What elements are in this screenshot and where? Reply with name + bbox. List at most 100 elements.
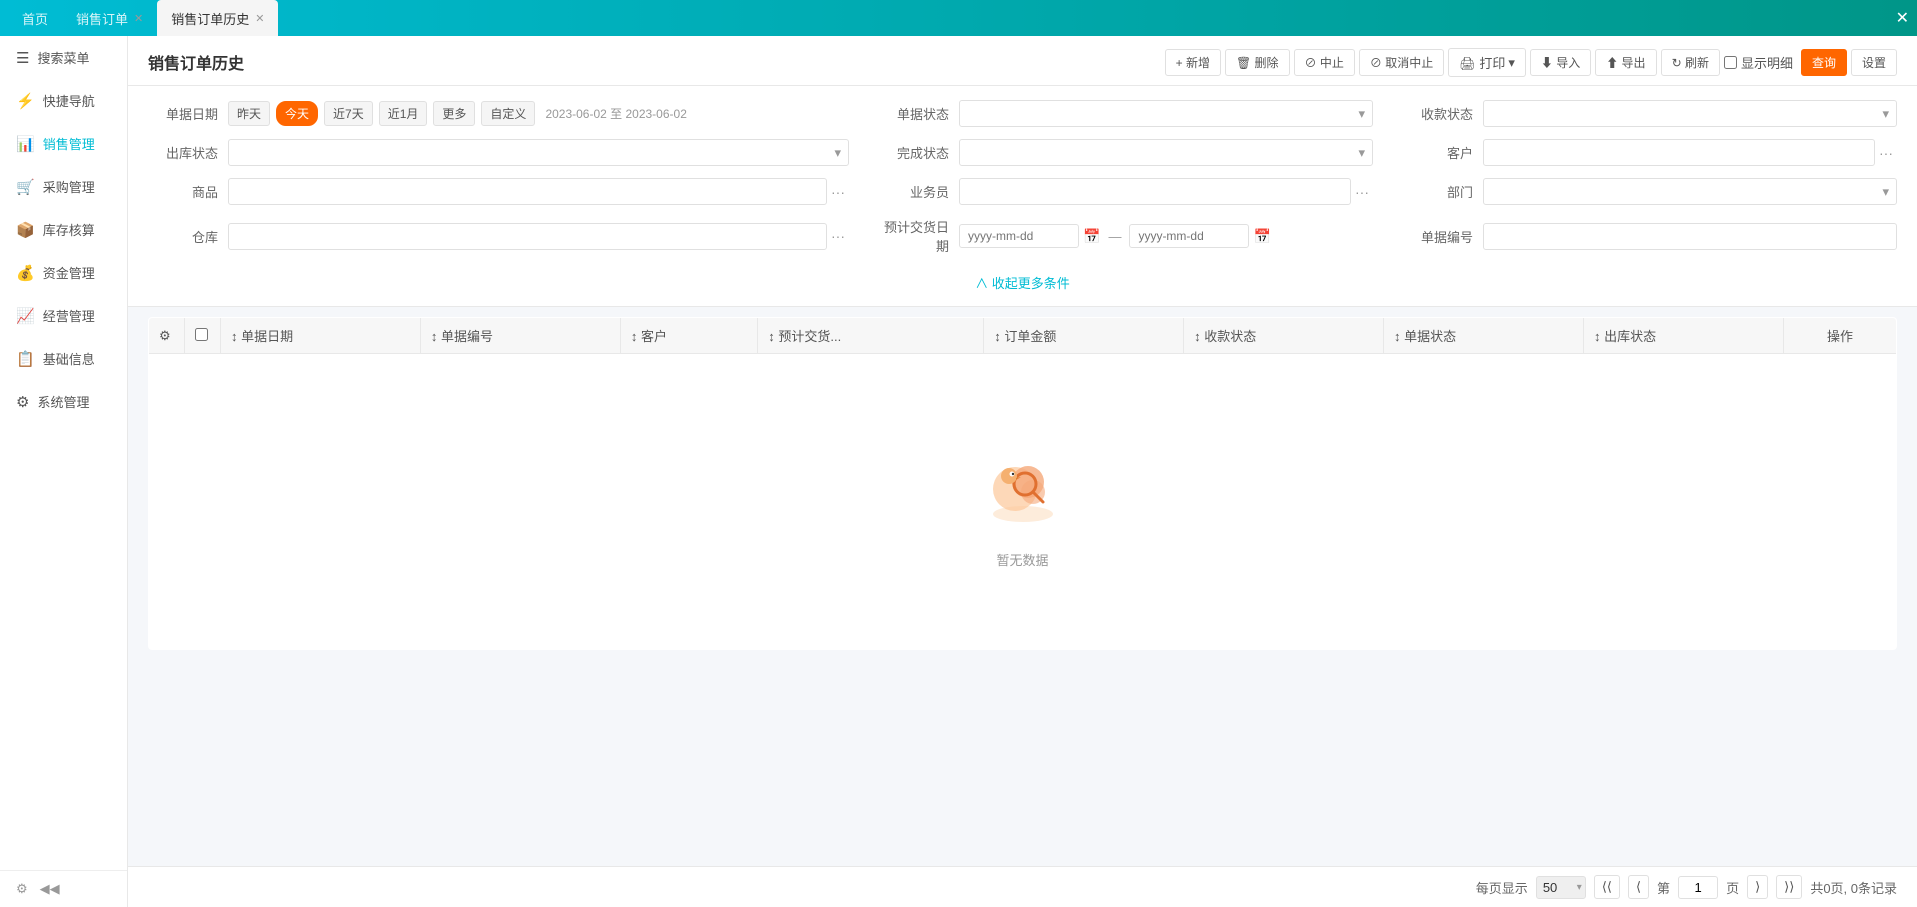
- col-expected-delivery[interactable]: ↕ 预计交货...: [758, 318, 984, 354]
- date-sep: —: [1108, 229, 1121, 244]
- warehouse-control: ···: [228, 223, 849, 250]
- sidebar-item-basic-info[interactable]: 📋 基础信息: [0, 337, 127, 380]
- sidebar-item-sales-mgmt-label: 销售管理: [43, 134, 95, 153]
- sidebar-item-inventory-check[interactable]: 📦 库存核算: [0, 208, 127, 251]
- warehouse-input[interactable]: [228, 223, 827, 250]
- new-button[interactable]: + 新增: [1165, 49, 1221, 76]
- delivery-date-start[interactable]: [959, 224, 1079, 248]
- outbound-status-select[interactable]: [228, 139, 849, 166]
- sidebar-item-quick-nav[interactable]: ⚡ 快捷导航: [0, 79, 127, 122]
- complete-status-select[interactable]: [959, 139, 1373, 166]
- tab-home[interactable]: 首页: [8, 0, 62, 36]
- sidebar-item-purchase-mgmt[interactable]: 🛒 采购管理: [0, 165, 127, 208]
- expected-delivery-label: 预计交货日期: [879, 217, 959, 255]
- empty-state: 暂无数据: [149, 354, 1896, 649]
- stop-button[interactable]: ⊘ 中止: [1294, 49, 1355, 76]
- print-button[interactable]: 🖨 打印 ▾: [1448, 48, 1526, 77]
- goods-ellipsis[interactable]: ···: [827, 184, 849, 200]
- customer-ellipsis[interactable]: ···: [1875, 145, 1897, 161]
- col-pay-status[interactable]: ↕ 收款状态: [1184, 318, 1384, 354]
- page-last-button[interactable]: ⟩⟩: [1776, 875, 1802, 899]
- select-all-checkbox[interactable]: [195, 328, 208, 341]
- tab-sales-order-history[interactable]: 销售订单历史 ✕: [157, 0, 278, 36]
- page-size-select[interactable]: 10 20 50 100: [1536, 876, 1586, 899]
- date-chip-yesterday[interactable]: 昨天: [228, 101, 270, 126]
- warehouse-ellipsis[interactable]: ···: [827, 228, 849, 244]
- dept-control: ▾: [1483, 178, 1897, 205]
- salesman-ellipsis[interactable]: ···: [1351, 184, 1373, 200]
- date-chip-more[interactable]: 更多: [433, 101, 475, 126]
- col-order-no[interactable]: ↕ 单据编号: [420, 318, 620, 354]
- salesman-input[interactable]: [959, 178, 1351, 205]
- refresh-button[interactable]: ↻ 刷新: [1661, 49, 1720, 76]
- col-date[interactable]: ↕ 单据日期: [221, 318, 421, 354]
- col-order-status[interactable]: ↕ 单据状态: [1384, 318, 1584, 354]
- filter-row-4: 仓库 ··· 预计交货日期 📅 — 📅 单据编: [148, 217, 1897, 255]
- date-chip-custom[interactable]: 自定义: [481, 101, 535, 126]
- tab-sales-order-history-close[interactable]: ✕: [255, 12, 264, 25]
- delete-button[interactable]: 🗑 删除: [1225, 49, 1290, 76]
- export-button[interactable]: ⬆ 导出: [1595, 49, 1656, 76]
- page-prev-button[interactable]: ⟨: [1628, 875, 1649, 899]
- page-first-button[interactable]: ⟨⟨: [1594, 875, 1620, 899]
- search-menu-icon: ☰: [16, 49, 29, 67]
- sidebar-item-system-mgmt[interactable]: ⚙ 系统管理: [0, 380, 127, 423]
- purchase-mgmt-icon: 🛒: [16, 178, 35, 196]
- sidebar-collapse-icon[interactable]: ◀◀: [40, 881, 60, 897]
- window-close-button[interactable]: ✕: [1896, 8, 1909, 28]
- goods-control: ···: [228, 178, 849, 205]
- top-bar: 首页 销售订单 ✕ 销售订单历史 ✕ ✕: [0, 0, 1917, 36]
- pay-status-label: 收款状态: [1403, 104, 1483, 123]
- dept-select[interactable]: [1483, 178, 1897, 205]
- page-next-button[interactable]: ⟩: [1747, 875, 1768, 899]
- tab-sales-order-label: 销售订单: [76, 9, 128, 28]
- table-header-row: ⚙ ↕ 单据日期 ↕ 单据编号 ↕ 客户: [149, 318, 1897, 354]
- col-customer[interactable]: ↕ 客户: [620, 318, 757, 354]
- date-chips: 昨天 今天 近7天 近1月 更多 自定义 2023-06-02 至 2023-0…: [228, 101, 687, 126]
- display-cols-text: 显示明细: [1741, 53, 1793, 72]
- goods-input[interactable]: [228, 178, 827, 205]
- tab-sales-order[interactable]: 销售订单 ✕: [62, 0, 157, 36]
- toolbar: + 新增 🗑 删除 ⊘ 中止 ⊘ 取消中止 🖨 打印 ▾ ⬇ 导入 ⬆ 导出 ↻…: [1165, 48, 1897, 85]
- query-button[interactable]: 查询: [1801, 49, 1847, 76]
- collapse-conditions[interactable]: ∧ 收起更多条件: [148, 267, 1897, 292]
- sidebar: ☰ 搜索菜单 ⚡ 快捷导航 📊 销售管理 🛒 采购管理 📦 库存核算 💰 资金管…: [0, 36, 128, 907]
- pay-status-select[interactable]: [1483, 100, 1897, 127]
- sidebar-item-search-menu[interactable]: ☰ 搜索菜单: [0, 36, 127, 79]
- cancel-stop-button[interactable]: ⊘ 取消中止: [1359, 49, 1444, 76]
- complete-status-label: 完成状态: [879, 143, 959, 162]
- sidebar-item-sales-mgmt[interactable]: 📊 销售管理: [0, 122, 127, 165]
- col-settings[interactable]: ⚙: [149, 318, 185, 354]
- tab-sales-order-close[interactable]: ✕: [134, 12, 143, 25]
- content-area: 销售订单历史 + 新增 🗑 删除 ⊘ 中止 ⊘ 取消中止 🖨 打印 ▾ ⬇ 导入…: [128, 36, 1917, 907]
- dept-label: 部门: [1403, 182, 1483, 201]
- order-no-input[interactable]: [1483, 223, 1897, 250]
- customer-input[interactable]: [1483, 139, 1875, 166]
- sidebar-settings-icon[interactable]: ⚙: [16, 881, 28, 897]
- page-header: 销售订单历史 + 新增 🗑 删除 ⊘ 中止 ⊘ 取消中止 🖨 打印 ▾ ⬇ 导入…: [128, 36, 1917, 86]
- page-number-input[interactable]: [1678, 876, 1718, 899]
- sidebar-item-ops-mgmt[interactable]: 📈 经营管理: [0, 294, 127, 337]
- date-chip-7days[interactable]: 近7天: [324, 101, 373, 126]
- order-status-select[interactable]: [959, 100, 1373, 127]
- display-cols-label[interactable]: 显示明细: [1724, 53, 1793, 72]
- filter-area: 单据日期 昨天 今天 近7天 近1月 更多 自定义 2023-06-02 至 2…: [128, 86, 1917, 307]
- date-chip-today[interactable]: 今天: [276, 101, 318, 126]
- complete-status-select-wrap: ▾: [959, 139, 1373, 166]
- capital-mgmt-icon: 💰: [16, 264, 35, 282]
- outbound-status-select-wrap: ▾: [228, 139, 849, 166]
- order-no-label: 单据编号: [1403, 227, 1483, 246]
- page-label: 第: [1657, 878, 1670, 897]
- date-chip-1month[interactable]: 近1月: [379, 101, 428, 126]
- col-outbound-status[interactable]: ↕ 出库状态: [1583, 318, 1783, 354]
- col-order-amount[interactable]: ↕ 订单金额: [984, 318, 1184, 354]
- display-cols-checkbox[interactable]: [1724, 56, 1737, 69]
- settings-button[interactable]: 设置: [1851, 49, 1897, 76]
- goods-label: 商品: [148, 182, 228, 201]
- col-outbound-status-label: ↕ 出库状态: [1594, 329, 1656, 344]
- sidebar-item-capital-mgmt[interactable]: 💰 资金管理: [0, 251, 127, 294]
- delivery-date-end[interactable]: [1129, 224, 1249, 248]
- import-button[interactable]: ⬇ 导入: [1530, 49, 1591, 76]
- print-label: 🖨 打印: [1459, 53, 1505, 72]
- table-head: ⚙ ↕ 单据日期 ↕ 单据编号 ↕ 客户: [149, 318, 1897, 354]
